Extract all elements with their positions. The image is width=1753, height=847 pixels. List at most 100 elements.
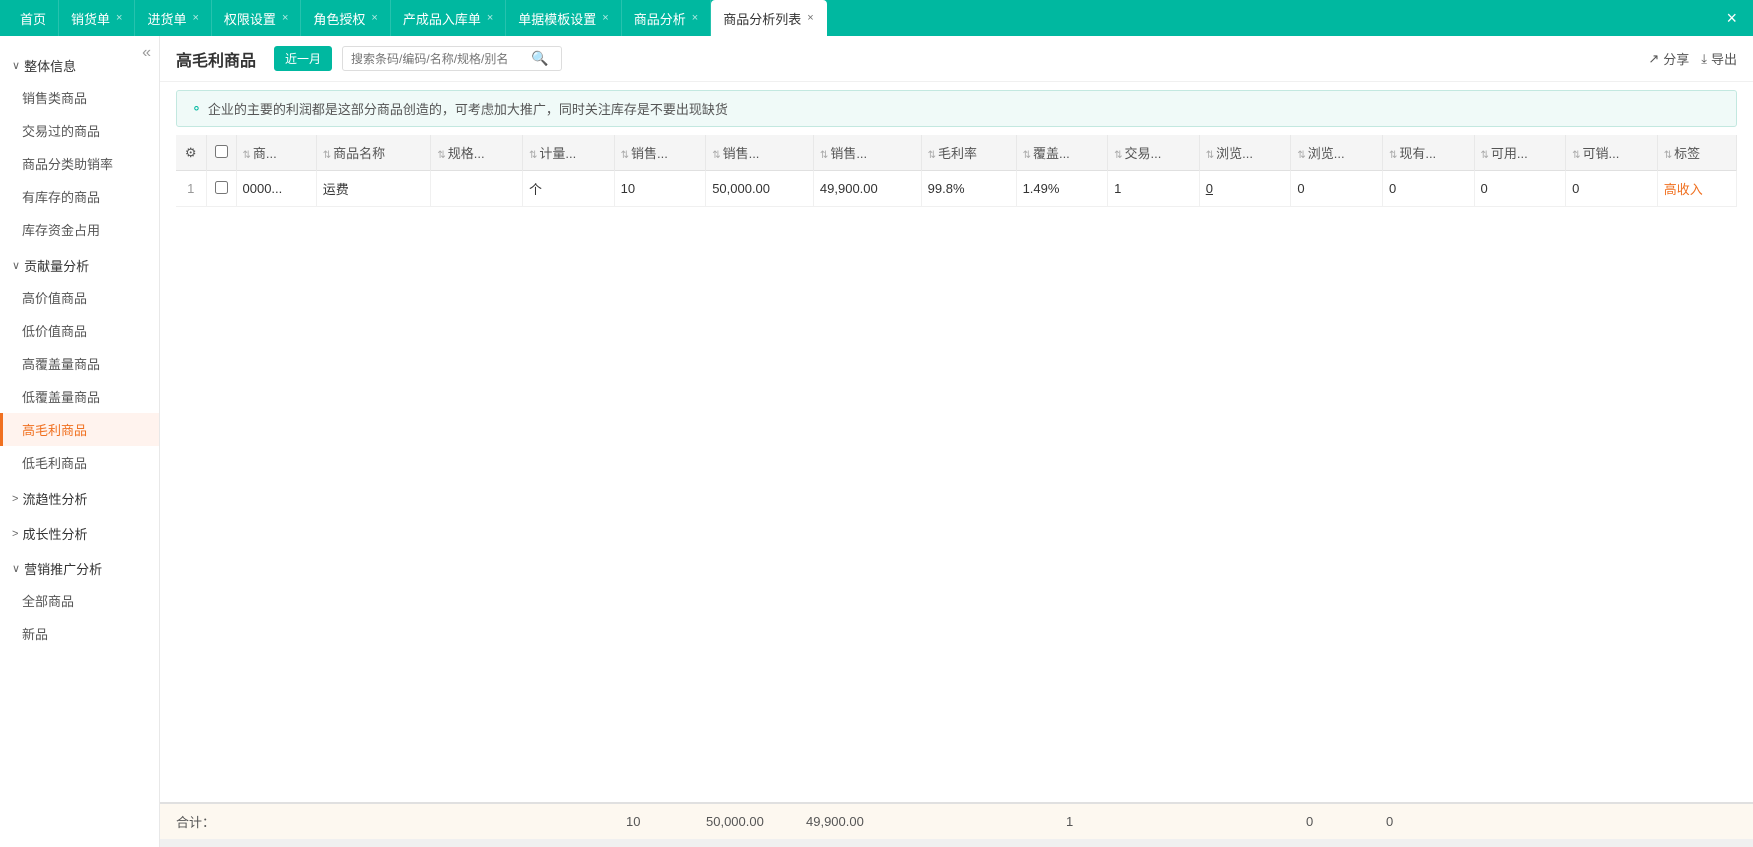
sidebar-collapse-button[interactable]: « — [142, 44, 151, 62]
bottom-scrollbar[interactable] — [160, 839, 1753, 847]
info-banner: ⚬ 企业的主要的利润都是这部分商品创造的，可考虑加大推广，同时关注库存是不要出现… — [176, 90, 1737, 127]
sidebar-item-全部商品[interactable]: 全部商品 — [0, 584, 159, 617]
col-header-name[interactable]: ⇅商品名称 — [316, 135, 431, 171]
col-header-available[interactable]: ⇅可用... — [1474, 135, 1566, 171]
footer-browse1 — [1146, 814, 1226, 829]
nav-tab-close-icon[interactable]: × — [807, 12, 813, 24]
col-label: 交易... — [1125, 146, 1162, 161]
col-header-sales_amount[interactable]: ⇅销售... — [706, 135, 814, 171]
sidebar-section-title[interactable]: >成长性分析 — [0, 514, 159, 549]
sidebar-item-低毛利商品[interactable]: 低毛利商品 — [0, 446, 159, 479]
header-actions: ↗ 分享 ⤓ 导出 — [1648, 49, 1737, 68]
select-all-checkbox[interactable] — [215, 145, 228, 158]
col-header-code[interactable]: ⇅商... — [236, 135, 316, 171]
row-select-checkbox[interactable] — [215, 181, 228, 194]
row-browse1[interactable]: 0 — [1199, 171, 1291, 207]
time-filter-recent-month[interactable]: 近一月 — [274, 46, 332, 71]
sort-icon: ⇅ — [323, 150, 331, 161]
row-available: 0 — [1474, 171, 1566, 207]
col-header-sales_qty[interactable]: ⇅销售... — [614, 135, 706, 171]
nav-tab-close-icon[interactable]: × — [371, 12, 377, 24]
col-header-gross_margin[interactable]: ⇅毛利率 — [921, 135, 1016, 171]
settings-icon[interactable]: ⚙ — [185, 145, 197, 160]
sort-icon: ⇅ — [1389, 150, 1397, 161]
footer-summary: 合计： 10 50,000.00 49,900.00 1 0 0 — [160, 802, 1753, 839]
row-checkbox[interactable] — [206, 171, 236, 207]
nav-tab-close-icon[interactable]: × — [487, 12, 493, 24]
sidebar-item-新品[interactable]: 新品 — [0, 617, 159, 650]
col-label: 销售... — [723, 146, 760, 161]
nav-tab-close-icon[interactable]: × — [116, 12, 122, 24]
nav-tab-角色授权[interactable]: 角色授权× — [301, 0, 390, 36]
col-header-unit[interactable]: ⇅计量... — [523, 135, 615, 171]
sidebar-item-商品分类助销率[interactable]: 商品分类助销率 — [0, 147, 159, 180]
nav-tab-close-icon[interactable]: × — [192, 12, 198, 24]
search-input[interactable] — [351, 52, 531, 66]
sidebar-section-整体信息: ∨整体信息销售类商品交易过的商品商品分类助销率有库存的商品库存资金占用 — [0, 46, 159, 246]
col-label: 浏览... — [1308, 146, 1345, 161]
sort-icon: ⇅ — [529, 150, 537, 161]
info-icon: ⚬ — [191, 101, 202, 117]
section-label: 贡献量分析 — [24, 256, 89, 275]
sidebar-item-低价值商品[interactable]: 低价值商品 — [0, 314, 159, 347]
nav-tab-close-icon[interactable]: × — [692, 12, 698, 24]
content-header: 高毛利商品 近一月 🔍 ↗ 分享 ⤓ 导出 — [160, 36, 1753, 82]
col-header-current_stock[interactable]: ⇅现有... — [1382, 135, 1474, 171]
nav-tab-产成品入库单[interactable]: 产成品入库单× — [391, 0, 506, 36]
col-header-spec[interactable]: ⇅规格... — [431, 135, 523, 171]
row-name: 运费 — [316, 171, 431, 207]
col-header-settings[interactable]: ⚙ — [176, 135, 206, 171]
nav-tab-首页[interactable]: 首页 — [8, 0, 59, 36]
footer-browse2 — [1226, 814, 1306, 829]
col-label: 标签 — [1674, 146, 1700, 161]
footer-coverage — [986, 814, 1066, 829]
nav-tab-单据模板设置[interactable]: 单据模板设置× — [506, 0, 621, 36]
sidebar-section-title[interactable]: ∨营销推广分析 — [0, 549, 159, 584]
sidebar-item-高价值商品[interactable]: 高价值商品 — [0, 281, 159, 314]
sidebar-item-交易过的商品[interactable]: 交易过的商品 — [0, 114, 159, 147]
sort-icon: ⇅ — [621, 150, 629, 161]
sidebar-section-title[interactable]: ∨贡献量分析 — [0, 246, 159, 281]
footer-trade: 1 — [1066, 814, 1146, 829]
col-header-browse1[interactable]: ⇅浏览... — [1199, 135, 1291, 171]
sidebar-item-高覆盖量商品[interactable]: 高覆盖量商品 — [0, 347, 159, 380]
row-unit: 个 — [523, 171, 615, 207]
export-icon: ⤓ — [1701, 51, 1707, 67]
search-icon[interactable]: 🔍 — [531, 50, 548, 67]
sidebar-item-有库存的商品[interactable]: 有库存的商品 — [0, 180, 159, 213]
sort-icon: ⇅ — [1114, 150, 1122, 161]
sidebar-item-低覆盖量商品[interactable]: 低覆盖量商品 — [0, 380, 159, 413]
col-header-tag[interactable]: ⇅标签 — [1657, 135, 1736, 171]
row-trade: 1 — [1108, 171, 1200, 207]
col-header-coverage[interactable]: ⇅覆盖... — [1016, 135, 1108, 171]
nav-tab-进货单[interactable]: 进货单× — [135, 0, 211, 36]
chevron-icon: > — [12, 493, 18, 505]
nav-tab-销货单[interactable]: 销货单× — [59, 0, 135, 36]
sidebar-item-库存资金占用[interactable]: 库存资金占用 — [0, 213, 159, 246]
col-header-checkbox[interactable] — [206, 135, 236, 171]
browse-link[interactable]: 0 — [1206, 181, 1213, 196]
row-coverage: 1.49% — [1016, 171, 1108, 207]
col-label: 可用... — [1491, 146, 1528, 161]
chevron-icon: ∨ — [12, 562, 20, 575]
footer-current-stock: 0 — [1306, 814, 1386, 829]
sidebar-item-高毛利商品[interactable]: 高毛利商品 — [0, 413, 159, 446]
sort-icon: ⇅ — [712, 150, 720, 161]
share-button[interactable]: ↗ 分享 — [1648, 49, 1689, 68]
col-header-browse2[interactable]: ⇅浏览... — [1291, 135, 1383, 171]
col-header-saleable[interactable]: ⇅可销... — [1566, 135, 1658, 171]
footer-sales-amount: 50,000.00 — [706, 814, 806, 829]
col-label: 商品名称 — [333, 146, 385, 161]
col-header-sales_cost[interactable]: ⇅销售... — [813, 135, 921, 171]
sidebar-item-销售类商品[interactable]: 销售类商品 — [0, 81, 159, 114]
nav-tab-商品分析[interactable]: 商品分析× — [622, 0, 711, 36]
nav-tab-商品分析列表[interactable]: 商品分析列表× — [711, 0, 826, 36]
export-button[interactable]: ⤓ 导出 — [1701, 49, 1737, 68]
col-header-trade[interactable]: ⇅交易... — [1108, 135, 1200, 171]
sidebar-section-title[interactable]: >流趋性分析 — [0, 479, 159, 514]
close-all-tabs-button[interactable]: × — [1718, 8, 1745, 29]
nav-tab-权限设置[interactable]: 权限设置× — [212, 0, 301, 36]
sidebar-section-title[interactable]: ∨整体信息 — [0, 46, 159, 81]
nav-tab-close-icon[interactable]: × — [282, 12, 288, 24]
nav-tab-close-icon[interactable]: × — [602, 12, 608, 24]
